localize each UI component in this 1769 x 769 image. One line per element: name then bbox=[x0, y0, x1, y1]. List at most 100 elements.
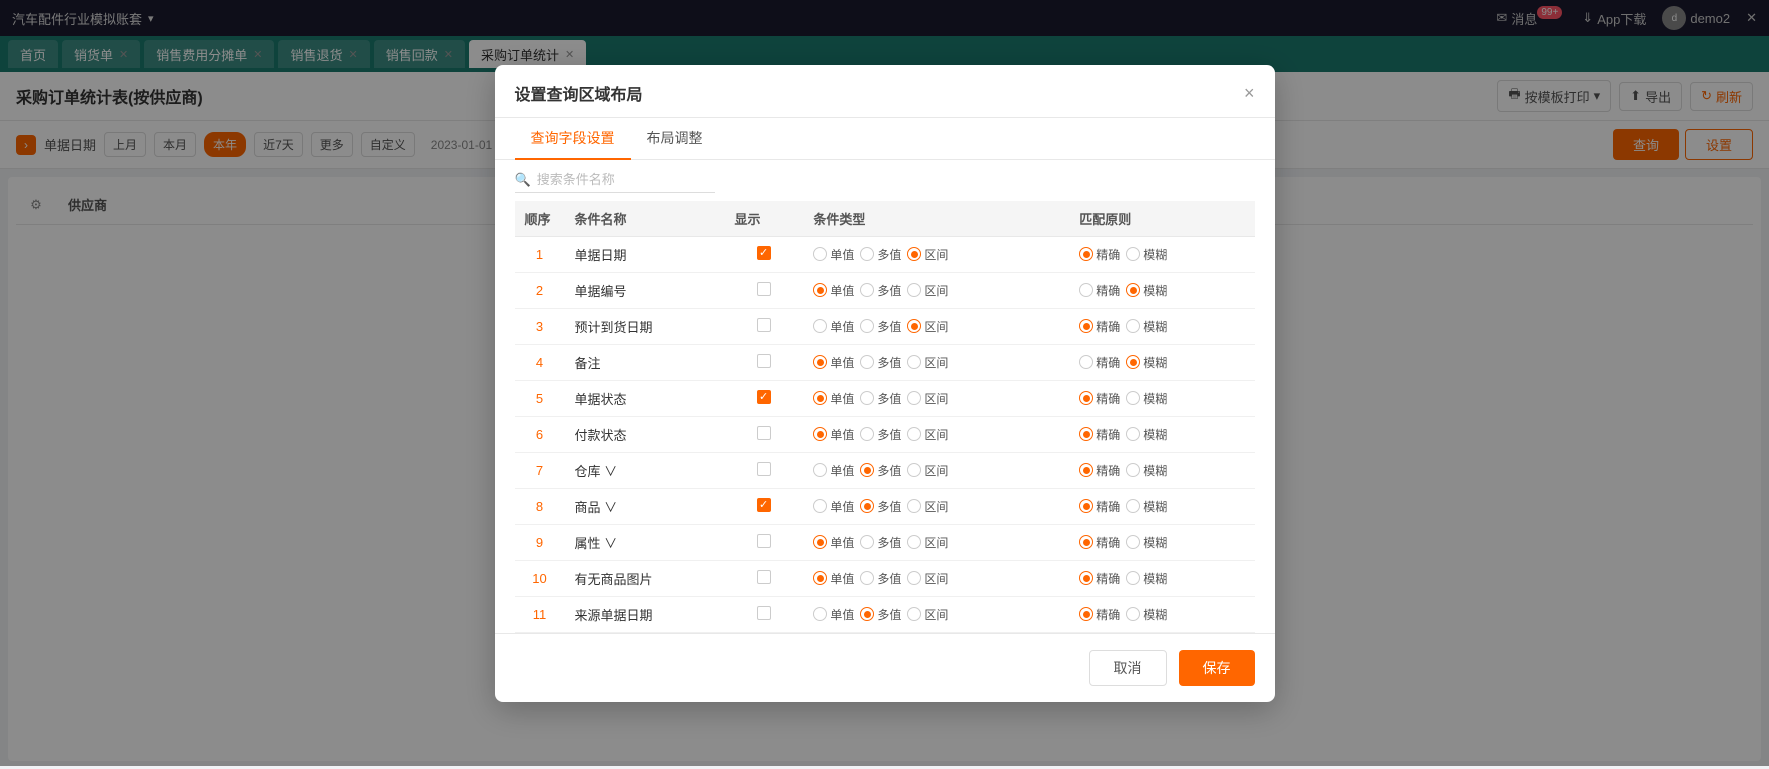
type-radio-0[interactable]: 单值 bbox=[813, 606, 854, 623]
type-radio-0[interactable]: 单值 bbox=[813, 354, 854, 371]
type-radio-2[interactable]: 区间 bbox=[907, 354, 948, 371]
radio-dot bbox=[813, 427, 827, 441]
match-radio-0[interactable]: 精确 bbox=[1079, 246, 1120, 263]
radio-label: 多值 bbox=[877, 354, 901, 371]
display-checkbox[interactable] bbox=[757, 426, 771, 440]
cell-match: 精确模糊 bbox=[1069, 524, 1254, 560]
type-radio-1[interactable]: 多值 bbox=[860, 606, 901, 623]
cell-display[interactable] bbox=[725, 452, 804, 488]
type-radio-0[interactable]: 单值 bbox=[813, 534, 854, 551]
match-radio-1[interactable]: 模糊 bbox=[1126, 318, 1167, 335]
type-radio-0[interactable]: 单值 bbox=[813, 570, 854, 587]
type-radio-1[interactable]: 多值 bbox=[860, 462, 901, 479]
cell-match: 精确模糊 bbox=[1069, 488, 1254, 524]
cell-display[interactable] bbox=[725, 344, 804, 380]
col-match-header: 匹配原则 bbox=[1069, 201, 1254, 237]
cell-display[interactable] bbox=[725, 380, 804, 416]
radio-label: 区间 bbox=[924, 570, 948, 587]
type-radio-2[interactable]: 区间 bbox=[907, 570, 948, 587]
match-radio-1[interactable]: 模糊 bbox=[1126, 534, 1167, 551]
display-checkbox[interactable] bbox=[757, 318, 771, 332]
cell-display[interactable] bbox=[725, 560, 804, 596]
type-radio-2[interactable]: 区间 bbox=[907, 462, 948, 479]
cell-display[interactable] bbox=[725, 524, 804, 560]
match-radio-1[interactable]: 模糊 bbox=[1126, 282, 1167, 299]
cell-order: 7 bbox=[515, 452, 565, 488]
dialog-tab-layout[interactable]: 布局调整 bbox=[631, 118, 719, 160]
display-checkbox[interactable] bbox=[757, 246, 771, 260]
match-radio-1[interactable]: 模糊 bbox=[1126, 606, 1167, 623]
match-radio-0[interactable]: 精确 bbox=[1079, 606, 1120, 623]
cell-type: 单值多值区间 bbox=[803, 272, 1069, 308]
dialog-close-btn[interactable]: × bbox=[1244, 84, 1255, 102]
type-radio-0[interactable]: 单值 bbox=[813, 246, 854, 263]
type-radio-0[interactable]: 单值 bbox=[813, 462, 854, 479]
match-radio-0[interactable]: 精确 bbox=[1079, 318, 1120, 335]
cell-display[interactable] bbox=[725, 416, 804, 452]
type-radio-1[interactable]: 多值 bbox=[860, 498, 901, 515]
type-radio-2[interactable]: 区间 bbox=[907, 534, 948, 551]
type-radio-0[interactable]: 单值 bbox=[813, 282, 854, 299]
cancel-button[interactable]: 取消 bbox=[1089, 650, 1167, 686]
type-radio-2[interactable]: 区间 bbox=[907, 318, 948, 335]
type-radio-1[interactable]: 多值 bbox=[860, 318, 901, 335]
match-radio-1[interactable]: 模糊 bbox=[1126, 390, 1167, 407]
type-radio-0[interactable]: 单值 bbox=[813, 498, 854, 515]
match-radio-0[interactable]: 精确 bbox=[1079, 390, 1120, 407]
match-radio-label: 精确 bbox=[1096, 462, 1120, 479]
save-button[interactable]: 保存 bbox=[1179, 650, 1255, 686]
type-radio-1[interactable]: 多值 bbox=[860, 354, 901, 371]
match-radio-0[interactable]: 精确 bbox=[1079, 534, 1120, 551]
dialog-tab-fields[interactable]: 查询字段设置 bbox=[515, 118, 631, 160]
match-radio-0[interactable]: 精确 bbox=[1079, 282, 1120, 299]
search-input[interactable] bbox=[537, 172, 697, 187]
type-radio-2[interactable]: 区间 bbox=[907, 426, 948, 443]
type-radio-2[interactable]: 区间 bbox=[907, 246, 948, 263]
type-radio-2[interactable]: 区间 bbox=[907, 282, 948, 299]
cell-display[interactable] bbox=[725, 596, 804, 632]
type-radio-1[interactable]: 多值 bbox=[860, 570, 901, 587]
type-radio-2[interactable]: 区间 bbox=[907, 606, 948, 623]
display-checkbox[interactable] bbox=[757, 570, 771, 584]
type-radio-1[interactable]: 多值 bbox=[860, 426, 901, 443]
cell-display[interactable] bbox=[725, 308, 804, 344]
type-radio-1[interactable]: 多值 bbox=[860, 534, 901, 551]
cell-display[interactable] bbox=[725, 236, 804, 272]
type-radio-1[interactable]: 多值 bbox=[860, 282, 901, 299]
match-radio-1[interactable]: 模糊 bbox=[1126, 498, 1167, 515]
match-radio-1[interactable]: 模糊 bbox=[1126, 570, 1167, 587]
display-checkbox[interactable] bbox=[757, 606, 771, 620]
radio-label: 多值 bbox=[877, 318, 901, 335]
match-radio-0[interactable]: 精确 bbox=[1079, 498, 1120, 515]
cell-display[interactable] bbox=[725, 272, 804, 308]
match-radio-0[interactable]: 精确 bbox=[1079, 426, 1120, 443]
type-radio-2[interactable]: 区间 bbox=[907, 390, 948, 407]
match-radio-dot bbox=[1126, 535, 1140, 549]
display-checkbox[interactable] bbox=[757, 354, 771, 368]
display-checkbox[interactable] bbox=[757, 282, 771, 296]
match-radio-1[interactable]: 模糊 bbox=[1126, 462, 1167, 479]
radio-label: 单值 bbox=[830, 534, 854, 551]
match-radio-0[interactable]: 精确 bbox=[1079, 354, 1120, 371]
cell-order: 8 bbox=[515, 488, 565, 524]
type-radio-0[interactable]: 单值 bbox=[813, 318, 854, 335]
type-radio-1[interactable]: 多值 bbox=[860, 246, 901, 263]
cell-name: 单据日期 bbox=[565, 236, 725, 272]
match-radio-0[interactable]: 精确 bbox=[1079, 462, 1120, 479]
match-radio-0[interactable]: 精确 bbox=[1079, 570, 1120, 587]
type-radio-0[interactable]: 单值 bbox=[813, 426, 854, 443]
match-radio-1[interactable]: 模糊 bbox=[1126, 354, 1167, 371]
type-radio-1[interactable]: 多值 bbox=[860, 390, 901, 407]
match-radio-1[interactable]: 模糊 bbox=[1126, 246, 1167, 263]
radio-label: 多值 bbox=[877, 246, 901, 263]
display-checkbox[interactable] bbox=[757, 534, 771, 548]
type-radio-2[interactable]: 区间 bbox=[907, 498, 948, 515]
cell-match: 精确模糊 bbox=[1069, 344, 1254, 380]
radio-label: 多值 bbox=[877, 570, 901, 587]
display-checkbox[interactable] bbox=[757, 390, 771, 404]
display-checkbox[interactable] bbox=[757, 462, 771, 476]
match-radio-1[interactable]: 模糊 bbox=[1126, 426, 1167, 443]
type-radio-0[interactable]: 单值 bbox=[813, 390, 854, 407]
display-checkbox[interactable] bbox=[757, 498, 771, 512]
cell-display[interactable] bbox=[725, 488, 804, 524]
